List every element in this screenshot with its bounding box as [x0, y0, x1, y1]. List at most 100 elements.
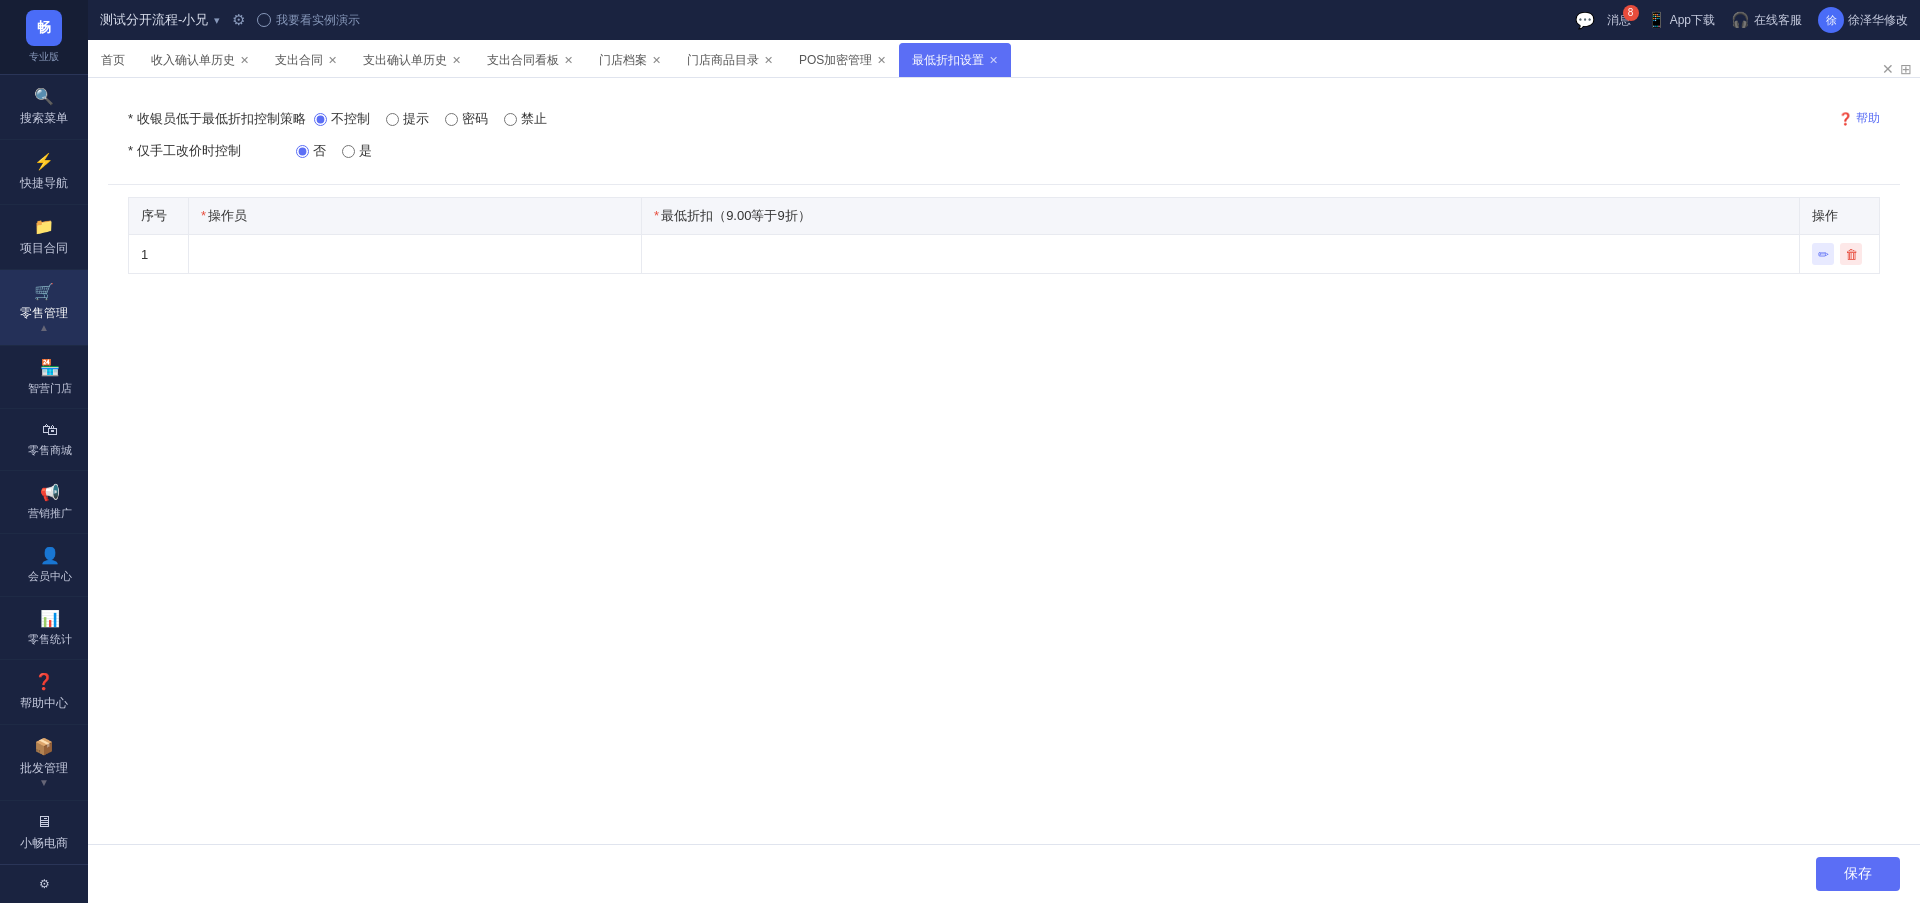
col-seq-header: 序号 [129, 198, 189, 235]
app-download-button[interactable]: 📱 App下载 [1647, 11, 1715, 29]
tab-min-discount-close[interactable]: ✕ [989, 54, 998, 67]
manual-price-label: * 仅手工改价时控制 [128, 142, 288, 160]
stats-icon: 📊 [40, 609, 60, 628]
tab-min-discount[interactable]: 最低折扣设置 ✕ [899, 43, 1011, 77]
headset-icon: 🎧 [1731, 11, 1750, 29]
tab-payment-confirm-close[interactable]: ✕ [452, 54, 461, 67]
retail-icon: 🛒 [34, 282, 54, 301]
tab-store-goods-close[interactable]: ✕ [764, 54, 773, 67]
tab-payment-contract-close[interactable]: ✕ [328, 54, 337, 67]
policy-forbid-radio[interactable] [504, 113, 517, 126]
tab-payment-contract-board-close[interactable]: ✕ [564, 54, 573, 67]
tab-store-goods[interactable]: 门店商品目录 ✕ [674, 43, 786, 77]
edit-button[interactable]: ✏ [1812, 243, 1834, 265]
manual-price-no-radio[interactable] [296, 145, 309, 158]
search-icon: 🔍 [34, 87, 54, 106]
tab-min-discount-label: 最低折扣设置 [912, 52, 984, 69]
user-profile[interactable]: 徐 徐泽华修改 [1818, 7, 1908, 33]
demo-circle-icon [257, 13, 271, 27]
save-button[interactable]: 保存 [1816, 857, 1900, 891]
bottom-bar: 保存 [88, 844, 1920, 903]
row-actions: ✏ 🗑 [1800, 235, 1880, 274]
policy-remind-label: 提示 [403, 110, 429, 128]
policy-no-control[interactable]: 不控制 [314, 110, 370, 128]
app-logo-icon: 畅 [26, 10, 62, 46]
policy-no-control-radio[interactable] [314, 113, 327, 126]
sidebar-item-wholesale[interactable]: 📦 批发管理 ▼ [0, 725, 88, 801]
wholesale-icon: 📦 [34, 737, 54, 756]
tab-expand-icon[interactable]: ⊞ [1900, 61, 1912, 77]
policy-form-row: * 收银员低于最低折扣控制策略 不控制 提示 密码 [128, 110, 1880, 128]
app-download-label: App下载 [1670, 12, 1715, 29]
topbar-settings-button[interactable]: ⚙ [232, 11, 245, 29]
policy-forbid[interactable]: 禁止 [504, 110, 547, 128]
tab-close-all-icon[interactable]: ✕ [1882, 61, 1894, 77]
manual-price-form-row: * 仅手工改价时控制 否 是 [128, 142, 1880, 160]
sidebar-item-stats[interactable]: 📊 零售统计 [0, 597, 88, 660]
online-store-icon: 🛍 [42, 421, 58, 439]
sidebar-item-label: 小畅电商 [20, 835, 68, 852]
sidebar-item-label: 零售商城 [28, 443, 72, 458]
sidebar-item-label: 营销推广 [28, 506, 72, 521]
tab-store-file[interactable]: 门店档案 ✕ [586, 43, 674, 77]
app-logo-text: 专业版 [29, 50, 59, 64]
sidebar-item-online-store[interactable]: 🛍 零售商城 [0, 409, 88, 471]
sidebar-item-label: 帮助中心 [20, 695, 68, 712]
sidebar-item-search[interactable]: 🔍 搜索菜单 [0, 75, 88, 140]
row-min-discount [642, 235, 1800, 274]
manual-price-no[interactable]: 否 [296, 142, 326, 160]
messages-button[interactable]: 💬 8 消息 [1575, 11, 1631, 30]
manual-price-radio-group: 否 是 [296, 142, 372, 160]
sidebar-item-retail[interactable]: 🛒 零售管理 ▲ [0, 270, 88, 346]
col-seq-label: 序号 [141, 208, 167, 223]
customer-service-button[interactable]: 🎧 在线客服 [1731, 11, 1802, 29]
sidebar-item-member[interactable]: 👤 会员中心 [0, 534, 88, 597]
marketing-icon: 📢 [40, 483, 60, 502]
tab-payment-contract[interactable]: 支出合同 ✕ [262, 43, 350, 77]
topbar-right: 💬 8 消息 📱 App下载 🎧 在线客服 徐 徐泽华修改 [1575, 7, 1908, 33]
tab-store-file-close[interactable]: ✕ [652, 54, 661, 67]
tab-payment-contract-label: 支出合同 [275, 52, 323, 69]
project-name: 测试分开流程-小兄 [100, 11, 208, 29]
sidebar-item-help[interactable]: ❓ 帮助中心 [0, 660, 88, 725]
tab-home[interactable]: 首页 [88, 43, 138, 77]
topbar-demo-link[interactable]: 我要看实例演示 [257, 12, 360, 29]
policy-password-radio[interactable] [445, 113, 458, 126]
tab-payment-confirm[interactable]: 支出确认单历史 ✕ [350, 43, 474, 77]
policy-password[interactable]: 密码 [445, 110, 488, 128]
policy-no-control-label: 不控制 [331, 110, 370, 128]
form-section: ❓ 帮助 * 收银员低于最低折扣控制策略 不控制 提示 [108, 94, 1900, 185]
tab-payment-contract-board[interactable]: 支出合同看板 ✕ [474, 43, 586, 77]
sidebar-item-quick-nav[interactable]: ⚡ 快捷导航 [0, 140, 88, 205]
sidebar-item-label: 搜索菜单 [20, 110, 68, 127]
tab-pos-encrypt[interactable]: POS加密管理 ✕ [786, 43, 899, 77]
sidebar-item-smart-store[interactable]: 🏪 智营门店 [0, 346, 88, 409]
policy-remind[interactable]: 提示 [386, 110, 429, 128]
tab-pos-encrypt-close[interactable]: ✕ [877, 54, 886, 67]
policy-remind-radio[interactable] [386, 113, 399, 126]
manual-price-yes-radio[interactable] [342, 145, 355, 158]
sidebar: 畅 专业版 🔍 搜索菜单 ⚡ 快捷导航 📁 项目合同 🛒 零售管理 ▲ 🏪 智营… [0, 0, 88, 903]
quick-nav-icon: ⚡ [34, 152, 54, 171]
manual-price-yes[interactable]: 是 [342, 142, 372, 160]
tab-revenue-confirm-label: 收入确认单历史 [151, 52, 235, 69]
delete-button[interactable]: 🗑 [1840, 243, 1862, 265]
sidebar-item-marketing[interactable]: 📢 营销推广 [0, 471, 88, 534]
help-link[interactable]: ❓ 帮助 [1838, 110, 1880, 127]
download-icon: 📱 [1647, 11, 1666, 29]
manual-price-no-label: 否 [313, 142, 326, 160]
topbar-project[interactable]: 测试分开流程-小兄 ▾ [100, 11, 220, 29]
tab-payment-confirm-label: 支出确认单历史 [363, 52, 447, 69]
sidebar-item-project[interactable]: 📁 项目合同 [0, 205, 88, 270]
min-discount-table: 序号 *操作员 *最低折扣（9.00等于9折） 操作 [128, 197, 1880, 274]
sidebar-item-ecommerce[interactable]: 🖥 小畅电商 [0, 801, 88, 864]
help-question-icon: ❓ [1838, 112, 1853, 126]
tab-store-file-label: 门店档案 [599, 52, 647, 69]
tab-actions: ✕ ⊞ [1874, 61, 1920, 77]
tab-revenue-confirm-close[interactable]: ✕ [240, 54, 249, 67]
demo-label: 我要看实例演示 [276, 12, 360, 29]
tab-pos-encrypt-label: POS加密管理 [799, 52, 872, 69]
policy-forbid-label: 禁止 [521, 110, 547, 128]
sidebar-settings-button[interactable]: ⚙ [0, 864, 88, 903]
tab-revenue-confirm[interactable]: 收入确认单历史 ✕ [138, 43, 262, 77]
